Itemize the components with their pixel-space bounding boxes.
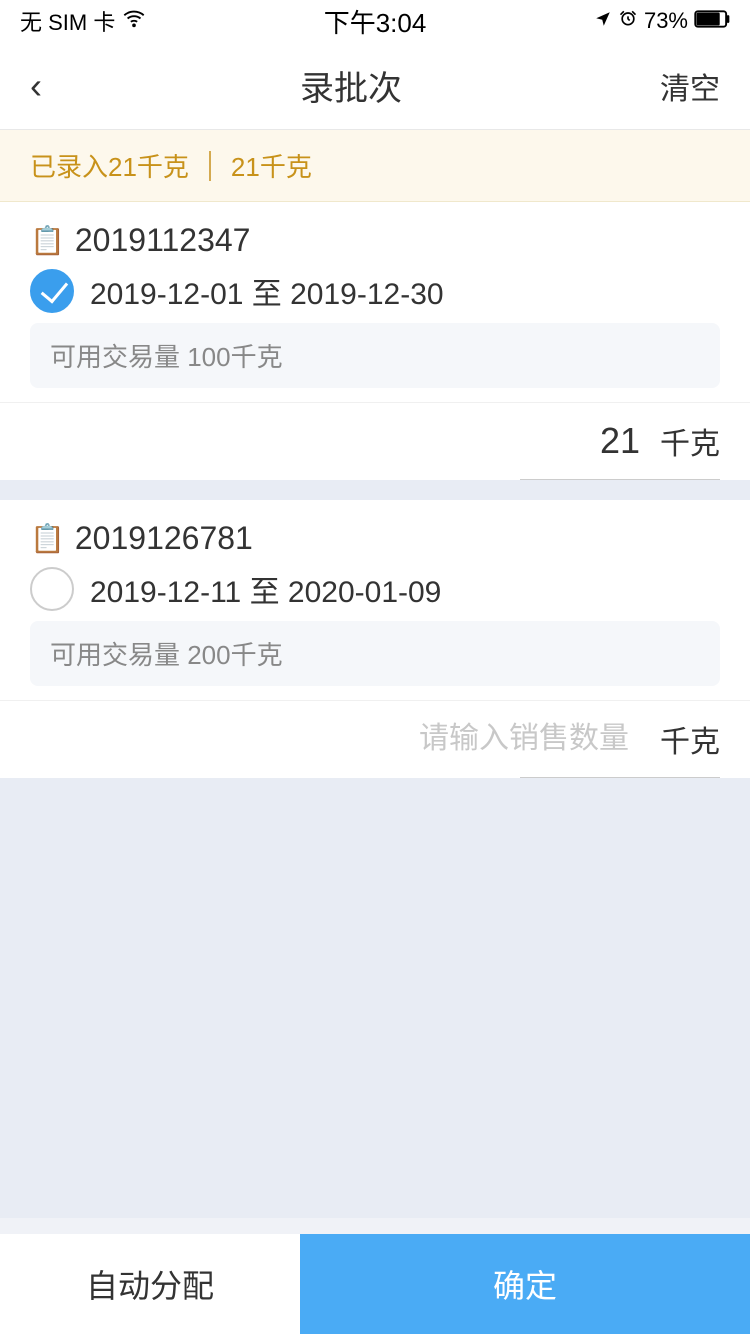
batch-1-id: 2019112347 <box>75 222 251 259</box>
batch-2-header: 📋 2019126781 <box>30 520 720 557</box>
batch-1-radio[interactable] <box>30 269 74 313</box>
auto-distribute-button[interactable]: 自动分配 <box>0 1234 300 1334</box>
batch-2-quantity-row: 千克 <box>0 700 750 777</box>
status-bar: 无 SIM 卡 下午3:04 73% <box>0 0 750 42</box>
batch-1-row[interactable]: 2019-12-01 至 2019-12-30 <box>30 269 720 323</box>
batch-1-header-area: 📋 2019112347 2019-12-01 至 2019-12-30 可用交… <box>0 202 750 388</box>
batch-2-radio[interactable] <box>30 567 74 611</box>
batch-2-quantity-input[interactable] <box>344 722 644 756</box>
batch-2-unit: 千克 <box>660 717 720 761</box>
info-divider <box>209 151 211 181</box>
carrier-text: 无 SIM 卡 <box>20 5 115 37</box>
back-button[interactable]: ‹ <box>30 65 42 107</box>
clear-button[interactable]: 清空 <box>660 64 720 108</box>
batch-1-date: 2019-12-01 至 2019-12-30 <box>90 269 444 313</box>
bottom-bar: 自动分配 确定 <box>0 1234 750 1334</box>
wifi-icon <box>123 7 145 35</box>
batch-1-unit: 千克 <box>660 419 720 463</box>
nav-bar: ‹ 录批次 清空 <box>0 42 750 130</box>
status-bar-time: 下午3:04 <box>324 3 427 40</box>
alarm-icon <box>618 8 638 34</box>
confirm-button[interactable]: 确定 <box>300 1234 750 1334</box>
batch-2-header-area: 📋 2019126781 2019-12-11 至 2020-01-09 可用交… <box>0 500 750 686</box>
batch-2-row[interactable]: 2019-12-11 至 2020-01-09 <box>30 567 720 621</box>
batch-1-header: 📋 2019112347 <box>30 222 720 259</box>
batch-2-date: 2019-12-11 至 2020-01-09 <box>90 567 441 611</box>
batch-item-1: 📋 2019112347 2019-12-01 至 2019-12-30 可用交… <box>0 202 750 480</box>
status-bar-left: 无 SIM 卡 <box>20 5 145 37</box>
location-icon <box>594 8 612 34</box>
battery-icon <box>694 8 730 34</box>
batch-1-quantity-row: 21 千克 <box>0 402 750 479</box>
separator-1 <box>0 480 750 500</box>
status-bar-right: 73% <box>594 8 730 34</box>
batch-1-available: 可用交易量 100千克 <box>30 323 720 388</box>
batch-1-quantity-value: 21 <box>600 420 640 462</box>
info-bar: 已录入21千克 21千克 <box>0 130 750 202</box>
battery-text: 73% <box>644 8 688 34</box>
gray-area <box>0 778 750 1218</box>
info-label: 已录入21千克 <box>30 147 189 184</box>
batch-item-2: 📋 2019126781 2019-12-11 至 2020-01-09 可用交… <box>0 500 750 778</box>
batch-2-available: 可用交易量 200千克 <box>30 621 720 686</box>
batch-2-icon: 📋 <box>30 522 65 555</box>
page-title: 录批次 <box>300 61 402 110</box>
batch-1-icon: 📋 <box>30 224 65 257</box>
batch-1-space <box>640 432 660 450</box>
batch-2-id: 2019126781 <box>75 520 253 557</box>
info-value: 21千克 <box>231 147 312 184</box>
